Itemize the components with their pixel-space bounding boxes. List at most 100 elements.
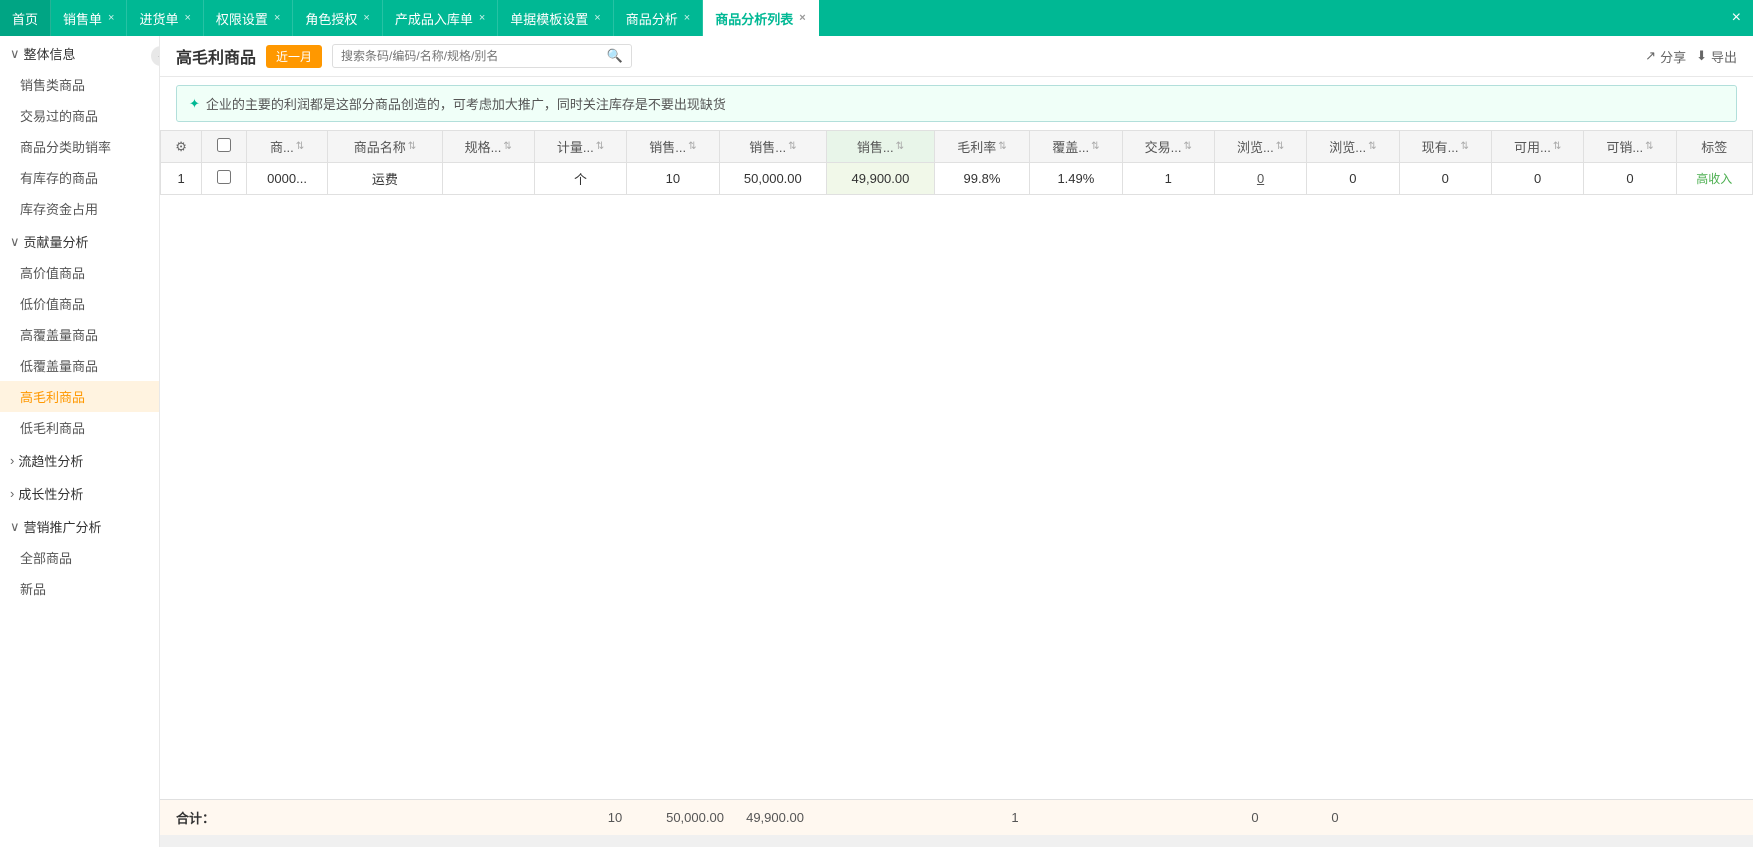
- table-wrapper: ⚙ 商...⇅ 商品名称⇅ 规格...⇅ 计量...⇅ 销售...⇅ 销售...…: [160, 130, 1753, 799]
- sidebar-group-contribution[interactable]: ∨ 贡献量分析: [0, 224, 159, 257]
- export-icon: ⬇: [1696, 48, 1707, 64]
- col-coverage[interactable]: 覆盖...⇅: [1030, 131, 1122, 163]
- sidebar-item-all-goods[interactable]: 全部商品: [0, 542, 159, 573]
- close-analysis-list-tab[interactable]: ×: [799, 12, 805, 24]
- sidebar-item-low-coverage[interactable]: 低覆盖量商品: [0, 350, 159, 381]
- sidebar-item-low-value[interactable]: 低价值商品: [0, 288, 159, 319]
- top-nav: 首页 销售单 × 进货单 × 权限设置 × 角色授权 × 产成品入库单 × 单据…: [0, 0, 1753, 36]
- header-actions: ↗ 分享 ⬇ 导出: [1645, 47, 1737, 66]
- col-settings[interactable]: ⚙: [161, 131, 202, 163]
- sort-icon-sales-qty: ⇅: [688, 141, 696, 152]
- sidebar-group-marketing[interactable]: ∨ 营销推广分析: [0, 509, 159, 542]
- footer-values: 10 50,000.00 49,900.00 1 0 0: [235, 810, 1737, 825]
- share-button[interactable]: ↗ 分享: [1645, 47, 1686, 66]
- search-icon[interactable]: 🔍: [607, 48, 623, 64]
- row-unit: 个: [534, 163, 626, 195]
- col-sales-profit[interactable]: 销售...⇅: [827, 131, 935, 163]
- search-input[interactable]: [341, 49, 607, 63]
- col-margin-rate[interactable]: 毛利率⇅: [934, 131, 1029, 163]
- sidebar-item-new-goods[interactable]: 新品: [0, 573, 159, 604]
- footer-label: 合计：: [176, 808, 215, 827]
- footer-summary: 合计： 10 50,000.00 49,900.00 1 0 0: [160, 799, 1753, 835]
- row-num: 1: [161, 163, 202, 195]
- sort-icon-spec: ⇅: [503, 141, 511, 152]
- row-tag: 高收入: [1676, 163, 1752, 195]
- sidebar-item-category-rate[interactable]: 商品分类助销率: [0, 131, 159, 162]
- nav-tab-permission[interactable]: 权限设置 ×: [204, 0, 293, 36]
- col-sales-amount[interactable]: 销售...⇅: [719, 131, 827, 163]
- row-sales-qty: 10: [627, 163, 719, 195]
- row-checkbox[interactable]: [202, 163, 247, 195]
- sort-icon-name: ⇅: [408, 141, 416, 152]
- sidebar-item-stock-capital[interactable]: 库存资金占用: [0, 193, 159, 224]
- row-views1[interactable]: 0: [1214, 163, 1306, 195]
- col-views2[interactable]: 浏览...⇅: [1307, 131, 1399, 163]
- footer-views2: [1135, 810, 1215, 825]
- sidebar-item-low-margin[interactable]: 低毛利商品: [0, 412, 159, 443]
- nav-tab-sales[interactable]: 销售单 ×: [51, 0, 127, 36]
- sidebar-group-growth[interactable]: › 成长性分析: [0, 476, 159, 509]
- nav-tab-template[interactable]: 单据模板设置 ×: [498, 0, 613, 36]
- col-views1[interactable]: 浏览...⇅: [1214, 131, 1306, 163]
- nav-tab-inbound[interactable]: 产成品入库单 ×: [383, 0, 498, 36]
- footer-sales-amount: 50,000.00: [655, 810, 735, 825]
- col-name[interactable]: 商品名称⇅: [328, 131, 442, 163]
- data-table: ⚙ 商...⇅ 商品名称⇅ 规格...⇅ 计量...⇅ 销售...⇅ 销售...…: [160, 130, 1753, 195]
- row-views2: 0: [1307, 163, 1399, 195]
- export-button[interactable]: ⬇ 导出: [1696, 47, 1737, 66]
- close-analysis-tab[interactable]: ×: [684, 12, 690, 24]
- col-checkbox[interactable]: [202, 131, 247, 163]
- close-sales-tab[interactable]: ×: [108, 12, 114, 24]
- select-all-checkbox[interactable]: [217, 138, 231, 152]
- footer-sales-qty: 10: [575, 810, 655, 825]
- footer-empty-3: [515, 810, 575, 825]
- row-name: 运费: [328, 163, 442, 195]
- close-role-tab[interactable]: ×: [363, 12, 369, 24]
- col-code[interactable]: 商...⇅: [246, 131, 328, 163]
- col-available[interactable]: 可用...⇅: [1491, 131, 1583, 163]
- info-banner: ✦ 企业的主要的利润都是这部分商品创造的，可考虑加大推广，同时关注库存是不要出现…: [176, 85, 1737, 122]
- filter-button[interactable]: 近一月: [266, 45, 322, 68]
- footer-transaction: 1: [975, 810, 1055, 825]
- sort-icon-current-stock: ⇅: [1460, 141, 1468, 152]
- sidebar-item-high-value[interactable]: 高价值商品: [0, 257, 159, 288]
- sort-icon-sales-amount: ⇅: [788, 141, 796, 152]
- bottom-scrollbar[interactable]: [160, 835, 1753, 847]
- content-area: 高毛利商品 近一月 🔍 ↗ 分享 ⬇ 导出 ✦ 企业的主要的利润都是这部分商品创…: [160, 36, 1753, 847]
- sidebar-group-overall[interactable]: ∨ 整体信息: [0, 36, 159, 69]
- sidebar-item-traded-goods[interactable]: 交易过的商品: [0, 100, 159, 131]
- nav-tab-home[interactable]: 首页: [0, 0, 51, 36]
- close-purchase-tab[interactable]: ×: [184, 12, 190, 24]
- col-transaction[interactable]: 交易...⇅: [1122, 131, 1214, 163]
- sidebar-item-sales-goods[interactable]: 销售类商品: [0, 69, 159, 100]
- close-permission-tab[interactable]: ×: [274, 12, 280, 24]
- arrow-icon-2: ∨: [10, 234, 20, 250]
- row-margin-rate: 99.8%: [934, 163, 1029, 195]
- col-current-stock[interactable]: 现有...⇅: [1399, 131, 1491, 163]
- nav-tab-analysis[interactable]: 商品分析 ×: [614, 0, 703, 36]
- sort-icon-margin-rate: ⇅: [998, 141, 1006, 152]
- col-sales-qty[interactable]: 销售...⇅: [627, 131, 719, 163]
- col-saleable[interactable]: 可销...⇅: [1584, 131, 1676, 163]
- footer-empty-4: [1375, 810, 1455, 825]
- row-code: 0000...: [246, 163, 328, 195]
- sort-icon-available: ⇅: [1553, 141, 1561, 152]
- sidebar-item-stocked-goods[interactable]: 有库存的商品: [0, 162, 159, 193]
- sidebar-group-trend[interactable]: › 流趋性分析: [0, 443, 159, 476]
- nav-tab-role[interactable]: 角色授权 ×: [293, 0, 382, 36]
- col-unit[interactable]: 计量...⇅: [534, 131, 626, 163]
- close-all-button[interactable]: ×: [1720, 9, 1753, 27]
- footer-views1: [1055, 810, 1135, 825]
- nav-tab-purchase[interactable]: 进货单 ×: [127, 0, 203, 36]
- col-spec[interactable]: 规格...⇅: [442, 131, 534, 163]
- close-inbound-tab[interactable]: ×: [479, 12, 485, 24]
- sort-icon-coverage: ⇅: [1091, 141, 1099, 152]
- footer-empty-1: [235, 810, 435, 825]
- sidebar-item-high-coverage[interactable]: 高覆盖量商品: [0, 319, 159, 350]
- footer-sales-profit: 49,900.00: [735, 810, 815, 825]
- sidebar-item-high-margin[interactable]: 高毛利商品: [0, 381, 159, 412]
- nav-tab-analysis-list[interactable]: 商品分析列表 ×: [703, 0, 818, 36]
- col-tag[interactable]: 标签: [1676, 131, 1752, 163]
- close-template-tab[interactable]: ×: [594, 12, 600, 24]
- sort-icon-views2: ⇅: [1368, 141, 1376, 152]
